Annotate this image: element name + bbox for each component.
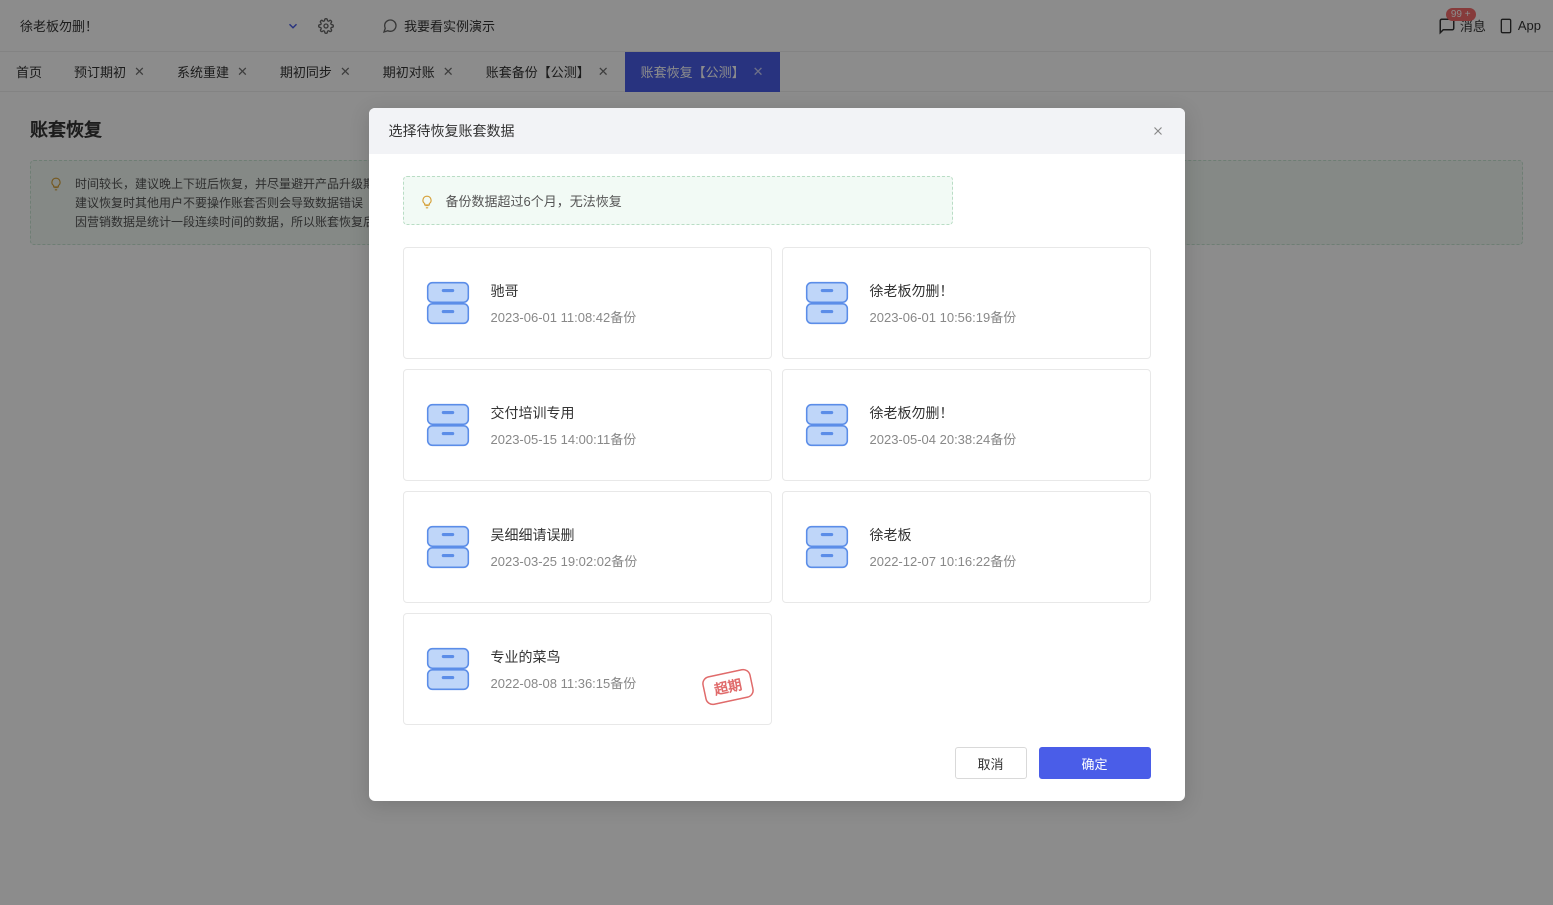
backup-name: 徐老板勿删！ — [870, 281, 1017, 301]
backup-time: 2023-05-04 20:38:24备份 — [870, 429, 1017, 448]
modal-title: 选择待恢复账套数据 — [389, 121, 515, 141]
modal-info-text: 备份数据超过6个月，无法恢复 — [446, 191, 622, 210]
modal-overlay: 选择待恢复账套数据 备份数据超过6个月，无法恢复 驰哥 2023-06-01 11… — [0, 0, 1553, 905]
backup-card[interactable]: 徐老板勿删！ 2023-06-01 10:56:19备份 — [782, 247, 1151, 359]
backup-name: 徐老板勿删！ — [870, 403, 1017, 423]
confirm-button[interactable]: 确定 — [1039, 747, 1151, 779]
backup-name: 交付培训专用 — [491, 403, 637, 423]
backup-time: 2022-12-07 10:16:22备份 — [870, 551, 1017, 570]
cabinet-icon — [802, 400, 852, 450]
backup-time: 2023-05-15 14:00:11备份 — [491, 429, 637, 448]
overdue-stamp: 超期 — [700, 667, 755, 707]
backup-time: 2023-06-01 11:08:42备份 — [491, 307, 637, 326]
cabinet-icon — [423, 644, 473, 694]
backup-card[interactable]: 徐老板勿删！ 2023-05-04 20:38:24备份 — [782, 369, 1151, 481]
cabinet-icon — [423, 278, 473, 328]
modal-header: 选择待恢复账套数据 — [369, 108, 1185, 154]
bulb-icon — [420, 195, 434, 209]
backup-name: 驰哥 — [491, 281, 637, 301]
backup-time: 2022-08-08 11:36:15备份 — [491, 673, 637, 692]
cancel-button[interactable]: 取消 — [955, 747, 1027, 779]
cabinet-icon — [802, 278, 852, 328]
modal-info-box: 备份数据超过6个月，无法恢复 — [403, 176, 953, 225]
cabinet-icon — [802, 522, 852, 572]
backup-time: 2023-03-25 19:02:02备份 — [491, 551, 638, 570]
modal-footer: 取消 确定 — [369, 735, 1185, 801]
close-icon[interactable] — [1151, 124, 1165, 138]
backup-time: 2023-06-01 10:56:19备份 — [870, 307, 1017, 326]
backup-name: 专业的菜鸟 — [491, 647, 637, 667]
backup-card[interactable]: 专业的菜鸟 2022-08-08 11:36:15备份 超期 — [403, 613, 772, 725]
backup-name: 徐老板 — [870, 525, 1017, 545]
backup-card[interactable]: 交付培训专用 2023-05-15 14:00:11备份 — [403, 369, 772, 481]
cabinet-icon — [423, 400, 473, 450]
backup-cards-grid: 驰哥2023-06-01 11:08:42备份徐老板勿删！2023-06-01 … — [403, 247, 1151, 725]
backup-card[interactable]: 驰哥 2023-06-01 11:08:42备份 — [403, 247, 772, 359]
backup-card[interactable]: 徐老板 2022-12-07 10:16:22备份 — [782, 491, 1151, 603]
modal-body: 备份数据超过6个月，无法恢复 驰哥2023-06-01 11:08:42备份徐老… — [369, 154, 1185, 735]
svg-text:超期: 超期 — [711, 676, 743, 698]
backup-card[interactable]: 吴细细请误删 2023-03-25 19:02:02备份 — [403, 491, 772, 603]
cabinet-icon — [423, 522, 473, 572]
backup-name: 吴细细请误删 — [491, 525, 638, 545]
restore-modal: 选择待恢复账套数据 备份数据超过6个月，无法恢复 驰哥 2023-06-01 11… — [369, 108, 1185, 801]
